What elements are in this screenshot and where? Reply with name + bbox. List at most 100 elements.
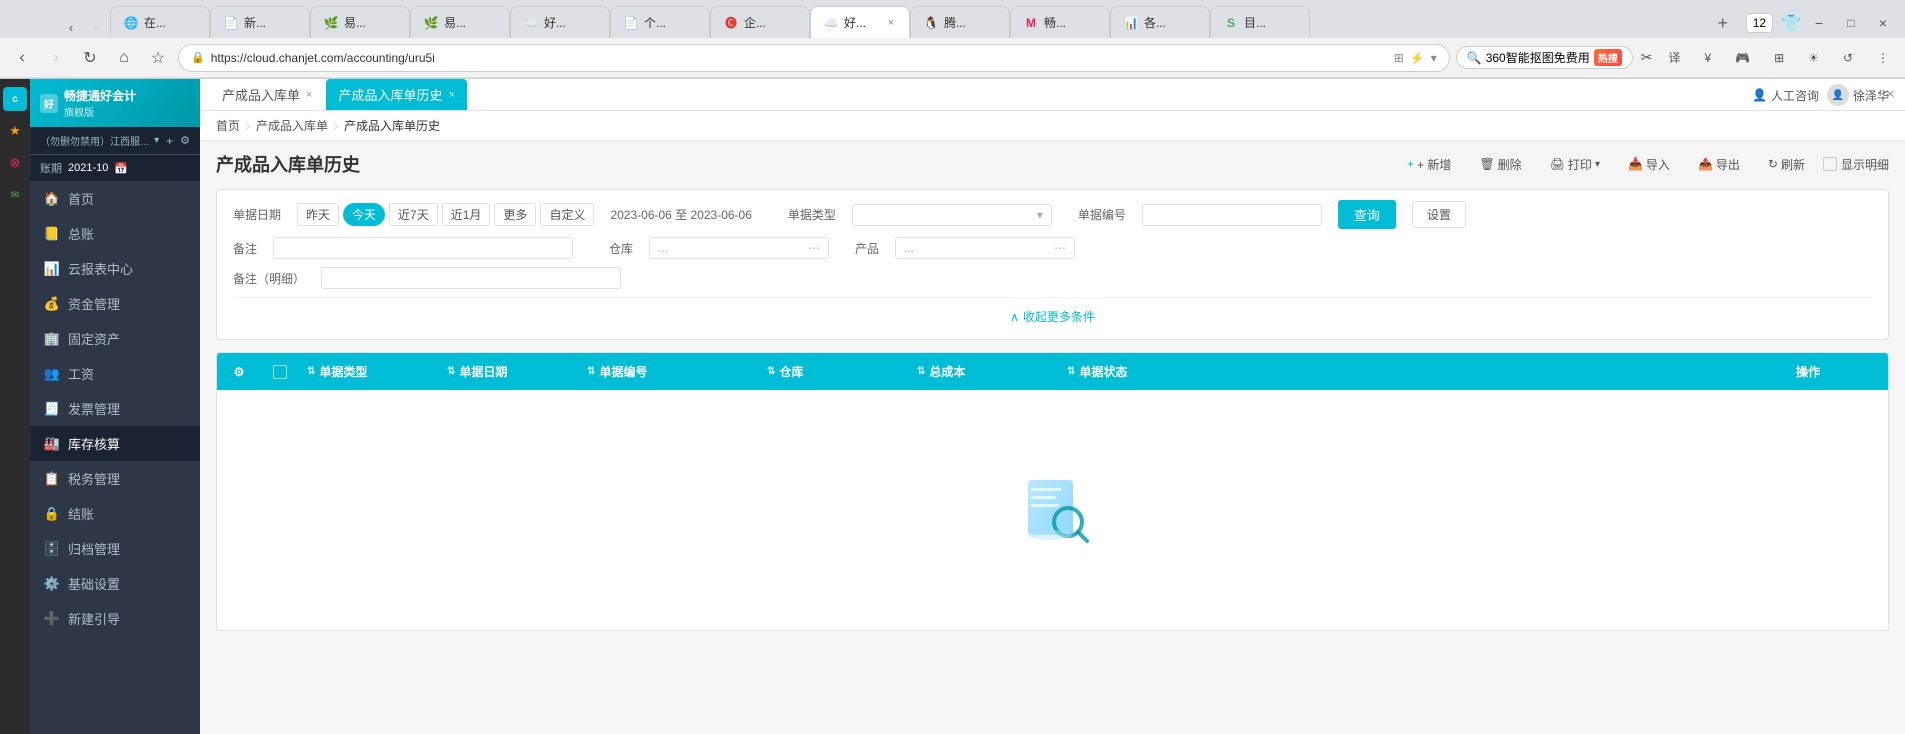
minimize-btn[interactable]: −	[1805, 9, 1833, 37]
sidebar-item-tax[interactable]: 📋 税务管理	[30, 461, 200, 496]
th-gear[interactable]: ⚙	[217, 355, 261, 389]
date-btn-custom[interactable]: 自定义	[540, 203, 594, 226]
sidebar-item-assets[interactable]: 🏢 固定资产	[30, 321, 200, 356]
date-btn-more[interactable]: 更多	[494, 203, 536, 226]
icon-bar-item-2[interactable]: ⊗	[3, 151, 27, 175]
remark-input[interactable]	[273, 237, 573, 259]
browser-tab-5[interactable]: ☁️ 好...	[510, 6, 610, 38]
company-dropdown-icon[interactable]: ▾	[154, 135, 159, 146]
user-profile-btn[interactable]: 👤 徐泽华	[1827, 84, 1889, 106]
refresh-btn[interactable]: ↻ 刷新	[1758, 152, 1815, 177]
sidebar-item-finance[interactable]: 💰 资金管理	[30, 286, 200, 321]
browser-tab-9[interactable]: 🐧 腾...	[910, 6, 1010, 38]
sidebar-item-payroll[interactable]: 👥 工资	[30, 356, 200, 391]
content-tab-history[interactable]: 产成品入库单历史 ×	[326, 79, 466, 110]
browser-tab-1[interactable]: 🌐 在...	[110, 6, 210, 38]
browser-tab-12[interactable]: S 目...	[1210, 6, 1310, 38]
close-btn[interactable]: ×	[1869, 9, 1897, 37]
undo-btn[interactable]: ↺	[1835, 48, 1861, 68]
sidebar-item-archive[interactable]: 🗄️ 归档管理	[30, 531, 200, 566]
sidebar-item-closing[interactable]: 🔒 结账	[30, 496, 200, 531]
browser-tab-10[interactable]: M 畅...	[1010, 6, 1110, 38]
icon-bar-item-3[interactable]: ✉	[3, 183, 27, 207]
sidebar-item-inventory[interactable]: 🏭 库存核算	[30, 426, 200, 461]
import-btn[interactable]: 📥 导入	[1618, 152, 1680, 177]
company-add-icon[interactable]: +	[166, 134, 173, 148]
warehouse-select[interactable]: ... ⋯	[649, 237, 829, 259]
content-tab-history-close[interactable]: ×	[448, 89, 454, 101]
brightness-btn[interactable]: ☀	[1800, 48, 1827, 68]
period-calendar-icon[interactable]: 📅	[114, 162, 128, 175]
th-check[interactable]	[261, 355, 299, 389]
voucher-type-select[interactable]: ▾	[852, 204, 1052, 226]
sidebar-item-basic[interactable]: ⚙️ 基础设置	[30, 566, 200, 601]
product-select[interactable]: ... ⋯	[895, 237, 1075, 259]
th-status[interactable]: ⇅ 单据状态	[1059, 353, 1788, 390]
nav-back-btn[interactable]: ‹	[60, 16, 82, 38]
collapse-btn[interactable]: ∧ 收起更多条件	[233, 304, 1872, 329]
browser-tab-4[interactable]: 🌿 易...	[410, 6, 510, 38]
browser-tab-11[interactable]: 📊 各...	[1110, 6, 1210, 38]
query-btn[interactable]: 查询	[1338, 200, 1396, 229]
browser-tab-2[interactable]: 📄 新...	[210, 6, 310, 38]
print-btn[interactable]: 🖨 打印 ▾	[1540, 152, 1610, 177]
date-btn-7days[interactable]: 近7天	[389, 203, 438, 226]
browser-tab-3[interactable]: 🌿 易...	[310, 6, 410, 38]
th-date[interactable]: ⇅ 单据日期	[439, 353, 579, 390]
th-type[interactable]: ⇅ 单据类型	[299, 353, 439, 390]
print-icon: 🖨	[1550, 157, 1565, 171]
tab-9-title: 腾...	[944, 14, 997, 31]
date-btn-yesterday[interactable]: 昨天	[297, 203, 339, 226]
import-label: 导入	[1646, 156, 1670, 173]
icon-bar-item-1[interactable]: ★	[3, 119, 27, 143]
forward-btn[interactable]: ›	[42, 44, 70, 72]
sidebar-item-ledger[interactable]: 📒 总账	[30, 216, 200, 251]
tab-8-close[interactable]: ×	[885, 16, 897, 30]
browser-tab-6[interactable]: 📄 个...	[610, 6, 710, 38]
content-tab-list-close[interactable]: ×	[306, 89, 312, 101]
grid-view-btn[interactable]: ⊞	[1766, 48, 1792, 68]
grid-icon: ⊞	[1394, 51, 1404, 65]
home-btn[interactable]: ⌂	[110, 44, 138, 72]
th-warehouse[interactable]: ⇅ 仓库	[759, 353, 909, 390]
sidebar-item-home[interactable]: 🏠 首页	[30, 181, 200, 216]
voucher-no-input[interactable]	[1142, 204, 1322, 226]
th-total-cost[interactable]: ⇅ 总成本	[909, 353, 1059, 390]
th-no[interactable]: ⇅ 单据编号	[579, 353, 759, 390]
nav-forward-btn[interactable]: ›	[84, 16, 106, 38]
icon-bar-logo[interactable]: c	[3, 87, 27, 111]
translate-btn[interactable]: 译	[1660, 46, 1688, 69]
search-box[interactable]: 🔍 360智能抠图免费用 热搜	[1456, 46, 1633, 69]
company-settings-icon[interactable]: ⚙	[180, 134, 190, 147]
new-btn[interactable]: + + 新增	[1397, 152, 1461, 177]
game-btn[interactable]: 🎮	[1727, 48, 1758, 68]
consult-btn[interactable]: 👤 人工咨询	[1752, 87, 1819, 104]
maximize-btn[interactable]: □	[1837, 9, 1865, 37]
sidebar-item-new-account[interactable]: ➕ 新建引导	[30, 601, 200, 636]
print-label: 打印	[1568, 156, 1592, 173]
display-checkbox[interactable]	[1823, 157, 1837, 171]
content-tab-list[interactable]: 产成品入库单 ×	[210, 79, 324, 110]
delete-btn[interactable]: 🗑 删除	[1469, 152, 1531, 177]
more-btn[interactable]: ⋮	[1869, 48, 1897, 68]
product-placeholder: ...	[904, 241, 914, 255]
date-btn-today[interactable]: 今天	[343, 203, 385, 226]
detail-remark-input[interactable]	[321, 267, 621, 289]
url-bar[interactable]: 🔒 https://cloud.chanjet.com/accounting/u…	[178, 44, 1450, 72]
bookmark-btn[interactable]: ☆	[144, 44, 172, 72]
export-btn[interactable]: 📤 导出	[1688, 152, 1750, 177]
settings-btn[interactable]: 设置	[1412, 201, 1466, 228]
th-action-label: 操作	[1796, 363, 1820, 380]
currency-btn[interactable]: ¥	[1696, 48, 1719, 68]
breadcrumb-list[interactable]: 产成品入库单	[256, 117, 328, 134]
sidebar-item-invoice[interactable]: 🧾 发票管理	[30, 391, 200, 426]
date-btn-1month[interactable]: 近1月	[442, 203, 491, 226]
refresh-btn[interactable]: ↻	[76, 44, 104, 72]
sidebar-item-reports[interactable]: 📊 云报表中心	[30, 251, 200, 286]
back-btn[interactable]: ‹	[8, 44, 36, 72]
browser-tab-7[interactable]: 🅒 企...	[710, 6, 810, 38]
browser-tab-8[interactable]: ☁️ 好... ×	[810, 6, 910, 38]
page-header: 产成品入库单历史 + + 新增 🗑 删除 🖨 打印 ▾	[216, 151, 1889, 177]
new-tab-btn[interactable]: +	[1708, 8, 1738, 38]
breadcrumb-home[interactable]: 首页	[216, 117, 240, 134]
